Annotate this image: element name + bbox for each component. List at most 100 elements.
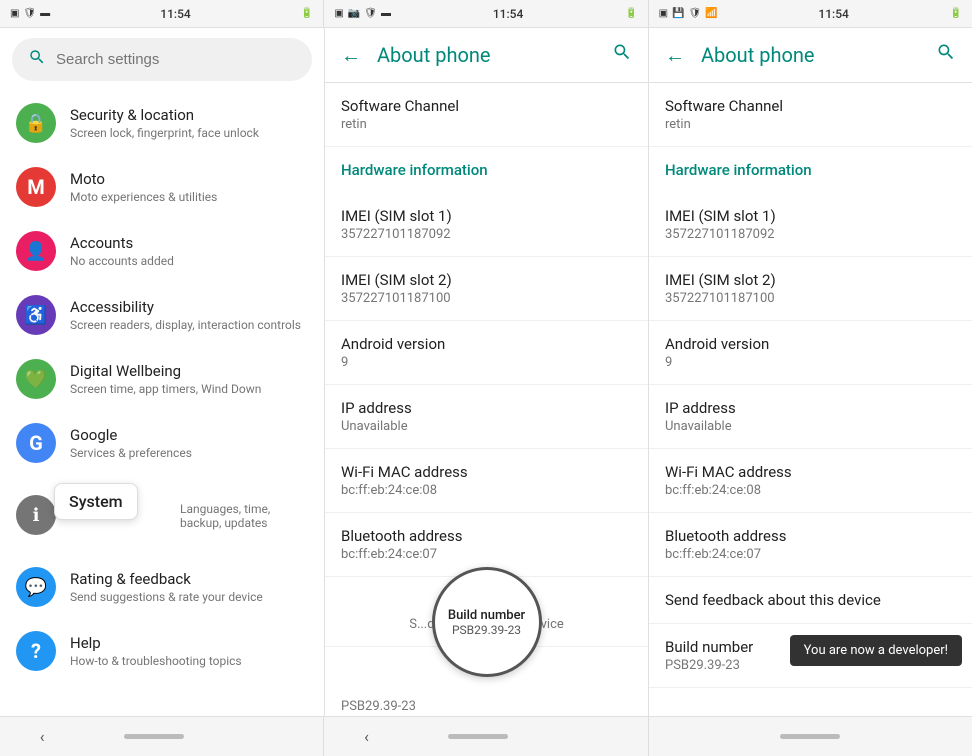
security-subtitle: Screen lock, fingerprint, face unlock [70, 126, 308, 140]
shield3-icon: 🛡 [689, 8, 702, 19]
help-title: Help [70, 634, 308, 652]
settings-item-moto[interactable]: M Moto Moto experiences & utilities [0, 155, 324, 219]
info-title-android-1: Android version [341, 335, 632, 353]
info-software-channel-2[interactable]: Software Channel retin [649, 83, 972, 147]
shield-icon: 🛡 [23, 8, 36, 19]
search-header-icon-2[interactable] [936, 42, 956, 68]
settings-item-security[interactable]: 🔒 Security & location Screen lock, finge… [0, 91, 324, 155]
clock-2: 11:54 [493, 7, 523, 21]
info-bt-2[interactable]: Bluetooth address bc:ff:eb:24:ce:07 [649, 513, 972, 577]
settings-item-accounts[interactable]: 👤 Accounts No accounts added [0, 219, 324, 283]
nav-bar: ‹ ‹ [0, 716, 972, 756]
system-bubble: System [54, 483, 138, 520]
info-imei1-2[interactable]: IMEI (SIM slot 1) 357227101187092 [649, 193, 972, 257]
info-title-wifi-1: Wi-Fi MAC address [341, 463, 632, 481]
search-input[interactable] [56, 51, 296, 68]
info-ip-1[interactable]: IP address Unavailable [325, 385, 648, 449]
rating-subtitle: Send suggestions & rate your device [70, 590, 308, 604]
info-imei2-2[interactable]: IMEI (SIM slot 2) 357227101187100 [649, 257, 972, 321]
settings-item-system[interactable]: ℹ System Languages, time, backup, update… [0, 475, 324, 555]
info-feedback-2[interactable]: Send feedback about this device [649, 577, 972, 624]
status-section-1: ▣ 🛡 ▬ 11:54 🔋 [0, 0, 324, 27]
panel-header-2: ← About phone [649, 28, 972, 83]
status-icons-right-3: 🔋 [950, 8, 962, 19]
sim2-icon: ▣ [334, 8, 343, 19]
info-software-channel-1[interactable]: Software Channel retin [325, 83, 648, 147]
search-bar[interactable] [12, 38, 312, 81]
google-icon: G [16, 423, 56, 463]
build-circle-1[interactable]: Build number PSB29.39-23 [432, 567, 542, 677]
status-icons-left-2: ▣ 📷 🛡 ▬ [334, 8, 391, 19]
info-title-ip-1: IP address [341, 399, 632, 417]
info-imei1-1[interactable]: IMEI (SIM slot 1) 357227101187092 [325, 193, 648, 257]
accessibility-subtitle: Screen readers, display, interaction con… [70, 318, 308, 332]
info-wifi-1[interactable]: Wi-Fi MAC address bc:ff:eb:24:ce:08 [325, 449, 648, 513]
sim3-icon: ▣ [659, 8, 668, 19]
nav-back-2[interactable]: ‹ [364, 727, 369, 746]
info-title-software-2: Software Channel [665, 97, 956, 115]
info-android-1[interactable]: Android version 9 [325, 321, 648, 385]
info-sub-android-2: 9 [665, 355, 956, 370]
back-arrow-1[interactable]: ← [341, 43, 361, 68]
nav-back-1[interactable]: ‹ [40, 727, 45, 746]
clock-3: 11:54 [818, 7, 848, 21]
settings-text-accounts: Accounts No accounts added [70, 234, 308, 268]
moto-title: Moto [70, 170, 308, 188]
settings-item-google[interactable]: G Google Services & preferences [0, 411, 324, 475]
info-title-bt-1: Bluetooth address [341, 527, 632, 545]
search-icon [28, 48, 46, 71]
photo-icon: 📷 [348, 8, 360, 19]
msg2-icon: ▬ [381, 8, 391, 19]
info-title-imei1-1: IMEI (SIM slot 1) [341, 207, 632, 225]
settings-list: 🔒 Security & location Screen lock, finge… [0, 91, 324, 716]
digital-wellbeing-icon: 💚 [16, 359, 56, 399]
info-ip-2[interactable]: IP address Unavailable [649, 385, 972, 449]
info-title-bt-2: Bluetooth address [665, 527, 956, 545]
accounts-subtitle: No accounts added [70, 254, 308, 268]
info-feedback-1[interactable]: Build number PSB29.39-23 S...dback about… [325, 577, 648, 647]
status-bar: ▣ 🛡 ▬ 11:54 🔋 ▣ 📷 🛡 ▬ 11:54 🔋 ▣ 💾 🛡 📶 11… [0, 0, 972, 28]
shield2-icon: 🛡 [364, 8, 377, 19]
help-icon: ? [16, 631, 56, 671]
settings-item-accessibility[interactable]: ♿ Accessibility Screen readers, display,… [0, 283, 324, 347]
settings-panel: 🔒 Security & location Screen lock, finge… [0, 28, 325, 716]
rating-title: Rating & feedback [70, 570, 308, 588]
panel-header-1: ← About phone [325, 28, 648, 83]
info-sub-android-1: 9 [341, 355, 632, 370]
nav-section-2: ‹ [324, 717, 648, 756]
info-sub-bt-2: bc:ff:eb:24:ce:07 [665, 547, 956, 562]
msg-icon: ▬ [40, 8, 50, 19]
back-arrow-2[interactable]: ← [665, 43, 685, 68]
settings-text-system: Languages, time, backup, updates [180, 500, 308, 530]
settings-item-rating[interactable]: 💬 Rating & feedback Send suggestions & r… [0, 555, 324, 619]
accessibility-icon: ♿ [16, 295, 56, 335]
status-icons-right-1: 🔋 [301, 8, 313, 19]
battery-icon-3: 🔋 [950, 8, 962, 19]
info-title-wifi-2: Wi-Fi MAC address [665, 463, 956, 481]
battery-icon-1: 🔋 [301, 8, 313, 19]
settings-text-security: Security & location Screen lock, fingerp… [70, 106, 308, 140]
info-sub-imei2-2: 357227101187100 [665, 291, 956, 306]
panel-title-1: About phone [377, 43, 596, 67]
build-circle-title-1: Build number [448, 608, 525, 623]
info-sub-imei1-2: 357227101187092 [665, 227, 956, 242]
panel-title-2: About phone [701, 43, 920, 67]
nav-pill-2 [448, 734, 508, 739]
info-android-2[interactable]: Android version 9 [649, 321, 972, 385]
settings-item-help[interactable]: ? Help How-to & troubleshooting topics [0, 619, 324, 683]
google-subtitle: Services & preferences [70, 446, 308, 460]
nav-pill-3 [780, 734, 840, 739]
info-wifi-2[interactable]: Wi-Fi MAC address bc:ff:eb:24:ce:08 [649, 449, 972, 513]
build-circle-value-1: PSB29.39-23 [452, 623, 521, 637]
info-sub-software-2: retin [665, 117, 956, 132]
developer-toast: You are now a developer! [790, 635, 962, 666]
search-header-icon-1[interactable] [612, 42, 632, 68]
sim-icon: ▣ [10, 8, 19, 19]
system-icon: ℹ [16, 495, 56, 535]
settings-text-digital-wellbeing: Digital Wellbeing Screen time, app timer… [70, 362, 308, 396]
storage-icon: 💾 [672, 8, 684, 19]
google-title: Google [70, 426, 308, 444]
info-sub-bt-1: bc:ff:eb:24:ce:07 [341, 547, 632, 562]
info-imei2-1[interactable]: IMEI (SIM slot 2) 357227101187100 [325, 257, 648, 321]
settings-item-digital-wellbeing[interactable]: 💚 Digital Wellbeing Screen time, app tim… [0, 347, 324, 411]
